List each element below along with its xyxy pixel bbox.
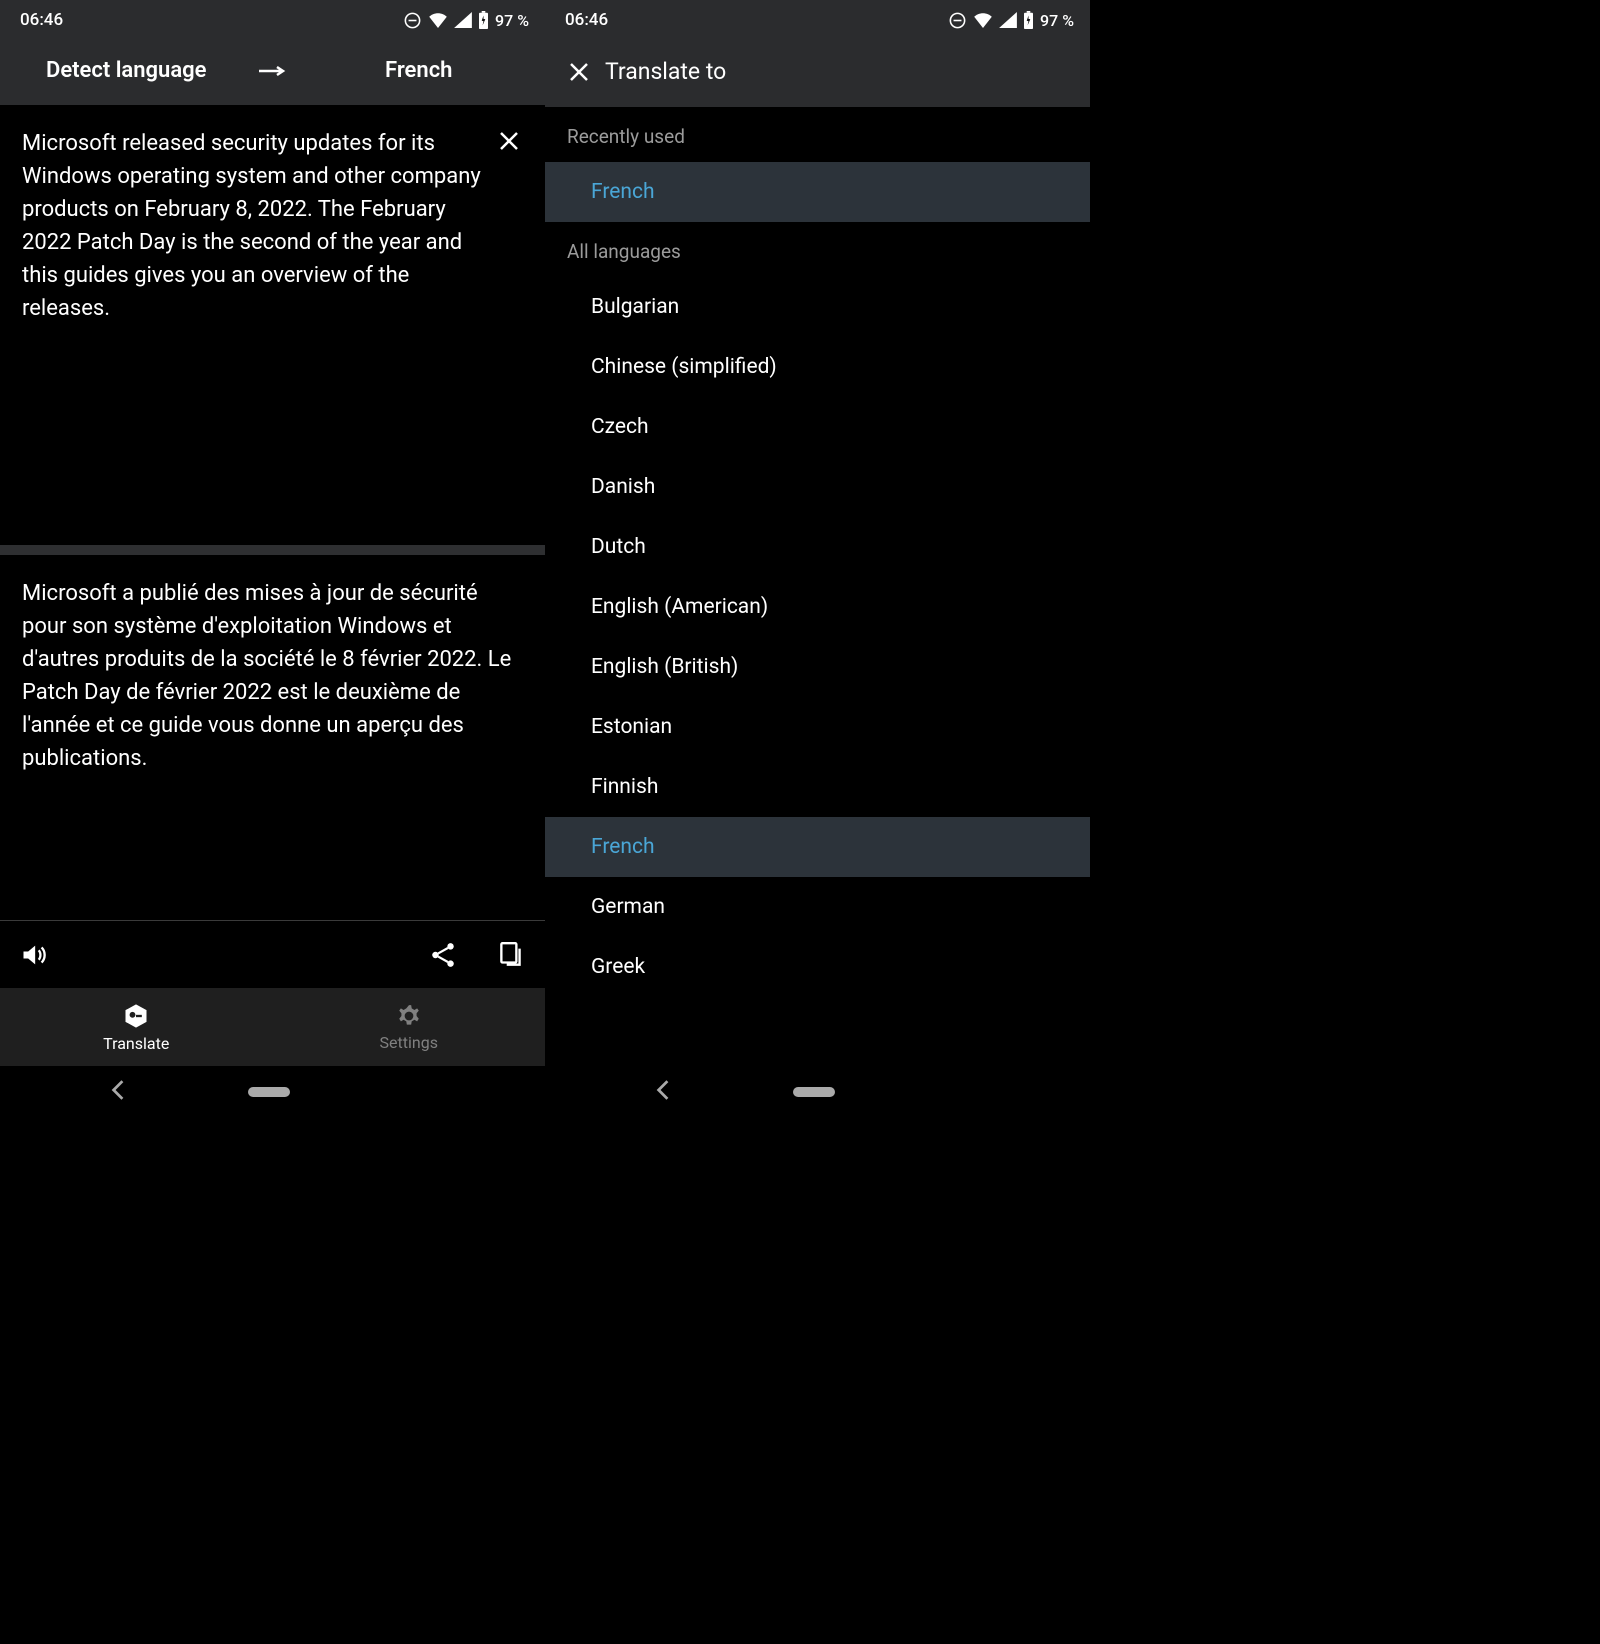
wifi-icon — [428, 12, 448, 28]
translate-to-title: Translate to — [605, 58, 726, 85]
nav-bar — [0, 1066, 545, 1118]
nav-back-button[interactable] — [655, 1079, 671, 1105]
status-time: 06:46 — [561, 10, 608, 30]
translate-icon — [122, 1002, 150, 1030]
source-language-button[interactable]: Detect language — [0, 58, 253, 83]
status-time: 06:46 — [16, 10, 63, 30]
translated-text-area[interactable]: Microsoft a publié des mises à jour de s… — [0, 555, 545, 920]
screen-translator: 06:46 97 % Detect language French Micros… — [0, 0, 545, 1118]
translate-to-header: Translate to — [545, 40, 1090, 107]
nav-home-pill[interactable] — [248, 1087, 290, 1097]
language-item[interactable]: English (American) — [545, 577, 1090, 637]
language-header: Detect language French — [0, 40, 545, 105]
chevron-left-icon — [655, 1079, 671, 1101]
nav-home-pill[interactable] — [793, 1087, 835, 1097]
battery-percent: 97 % — [495, 11, 529, 30]
share-icon — [430, 941, 456, 969]
wifi-icon — [973, 12, 993, 28]
tab-settings-label: Settings — [380, 1033, 438, 1052]
language-item[interactable]: German — [545, 877, 1090, 937]
status-icons: 97 % — [403, 11, 529, 30]
section-all-languages: All languages — [545, 222, 1090, 277]
language-item[interactable]: Dutch — [545, 517, 1090, 577]
nav-back-button[interactable] — [110, 1079, 126, 1105]
divider — [0, 545, 545, 555]
target-language-button[interactable]: French — [293, 58, 546, 83]
language-item[interactable]: Greek — [545, 937, 1090, 997]
status-icons: 97 % — [948, 11, 1074, 30]
dnd-icon — [948, 11, 967, 30]
language-item[interactable]: English (British) — [545, 637, 1090, 697]
speaker-icon — [20, 941, 48, 969]
close-icon — [567, 60, 591, 84]
screen-language-picker: 06:46 97 % Translate to Recently used Fr… — [545, 0, 1090, 1118]
swap-arrow-icon[interactable] — [253, 65, 293, 77]
language-item[interactable]: Czech — [545, 397, 1090, 457]
language-item[interactable]: Estonian — [545, 697, 1090, 757]
close-button[interactable] — [545, 60, 605, 84]
signal-icon — [454, 12, 472, 28]
close-icon — [497, 129, 521, 153]
copy-icon — [498, 940, 524, 970]
source-text: Microsoft released security updates for … — [22, 131, 481, 321]
language-item[interactable]: Danish — [545, 457, 1090, 517]
battery-icon — [1023, 11, 1034, 29]
battery-percent: 97 % — [1040, 11, 1074, 30]
language-item[interactable]: Chinese (simplified) — [545, 337, 1090, 397]
speak-button[interactable] — [18, 939, 50, 971]
status-bar: 06:46 97 % — [545, 0, 1090, 40]
tab-translate[interactable]: Translate — [0, 988, 273, 1066]
status-bar: 06:46 97 % — [0, 0, 545, 40]
language-item[interactable]: Finnish — [545, 757, 1090, 817]
bottom-tabs: Translate Settings — [0, 988, 545, 1066]
nav-bar — [545, 1066, 1090, 1118]
share-button[interactable] — [427, 939, 459, 971]
gear-icon — [396, 1003, 422, 1029]
copy-button[interactable] — [495, 939, 527, 971]
chevron-left-icon — [110, 1079, 126, 1101]
source-text-area[interactable]: Microsoft released security updates for … — [0, 105, 545, 545]
language-item[interactable]: French — [545, 162, 1090, 222]
language-list[interactable]: Recently used French All languages Bulga… — [545, 107, 1090, 1066]
clear-button[interactable] — [495, 127, 523, 155]
dnd-icon — [403, 11, 422, 30]
action-bar — [0, 920, 545, 988]
translated-text: Microsoft a publié des mises à jour de s… — [22, 581, 511, 771]
signal-icon — [999, 12, 1017, 28]
language-item[interactable]: French — [545, 817, 1090, 877]
tab-settings[interactable]: Settings — [273, 988, 546, 1066]
battery-icon — [478, 11, 489, 29]
tab-translate-label: Translate — [103, 1034, 169, 1053]
language-item[interactable]: Bulgarian — [545, 277, 1090, 337]
section-recently-used: Recently used — [545, 107, 1090, 162]
